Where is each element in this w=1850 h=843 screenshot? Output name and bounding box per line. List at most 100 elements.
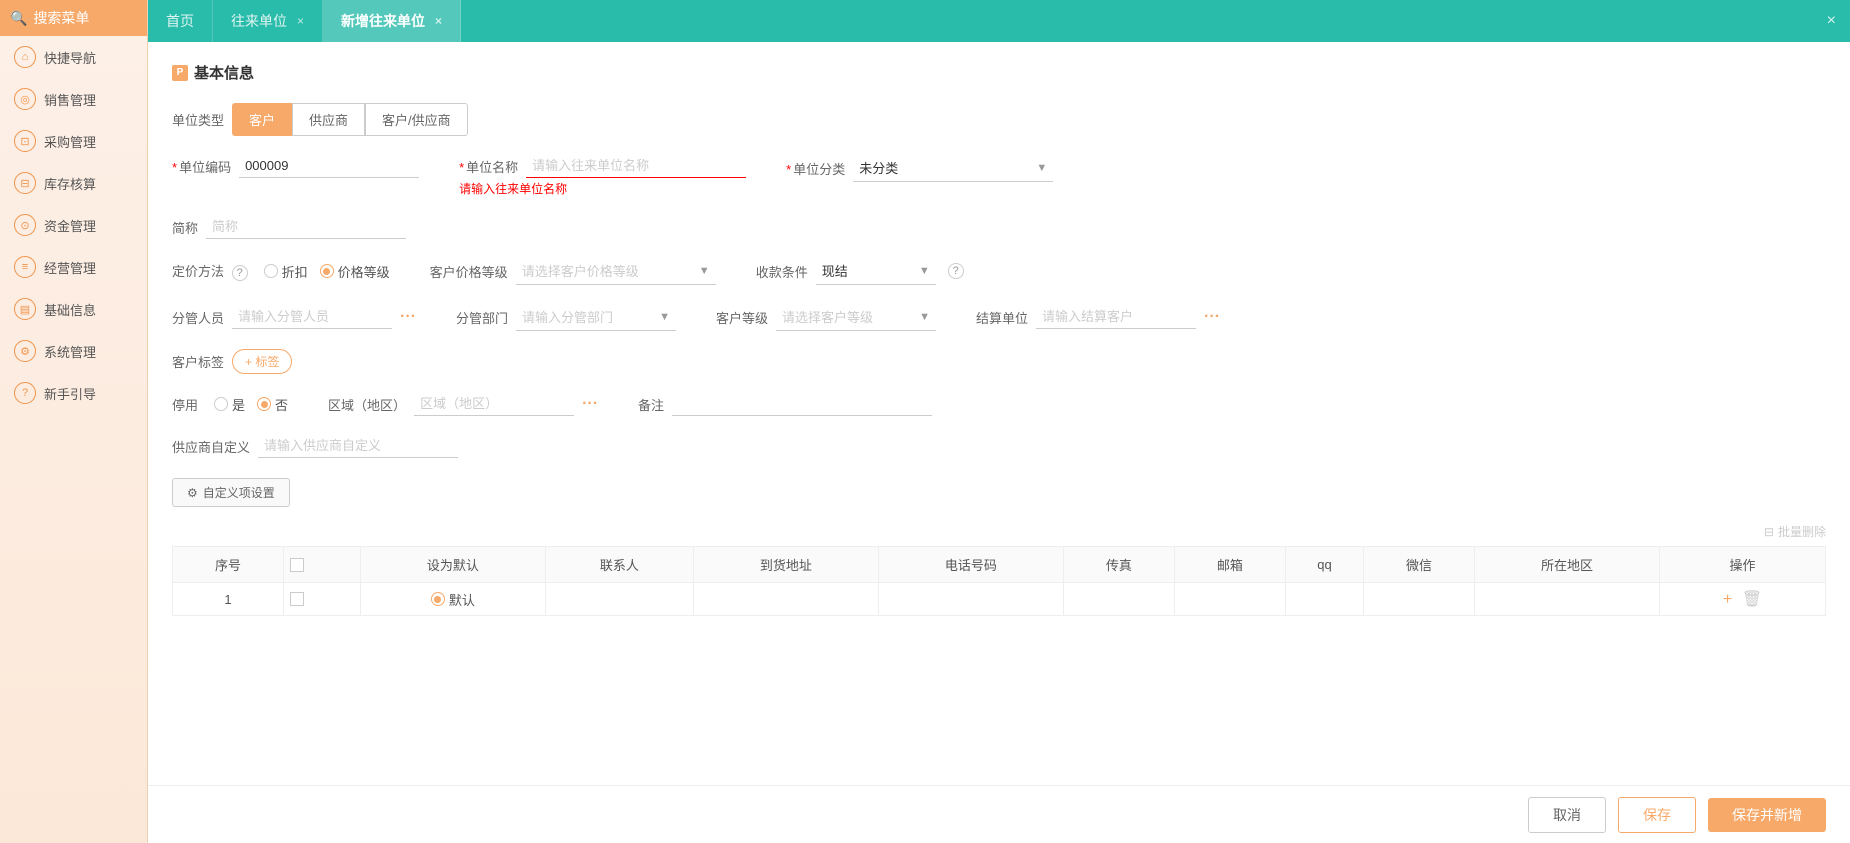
col-phone: 电话号码 bbox=[878, 547, 1063, 583]
sidebar-item-guide[interactable]: ? 新手引导 bbox=[0, 372, 147, 414]
row-tag: 客户标签 + 标签 bbox=[172, 349, 1826, 374]
basic-icon: ▤ bbox=[14, 298, 36, 320]
search-icon: 🔍 bbox=[10, 10, 27, 27]
select-all-checkbox[interactable] bbox=[290, 558, 304, 572]
region-more[interactable]: ··· bbox=[582, 395, 598, 413]
table-header-row: ⊟ 批量删除 bbox=[172, 523, 1826, 540]
manager-input[interactable] bbox=[232, 305, 392, 329]
tab-partner-list-close[interactable]: × bbox=[297, 14, 304, 28]
tab-home-label: 首页 bbox=[166, 11, 194, 31]
row-add-btn[interactable]: + bbox=[1723, 591, 1732, 609]
col-region: 所在地区 bbox=[1475, 547, 1660, 583]
col-qq: qq bbox=[1285, 547, 1363, 583]
unit-name-field: *单位名称 bbox=[459, 154, 746, 178]
save-new-button[interactable]: 保存并新增 bbox=[1708, 798, 1826, 832]
custom-settings-label: 自定义项设置 bbox=[203, 484, 275, 501]
table-row: 1 默认 bbox=[173, 583, 1826, 616]
cust-price-level-chevron: ▼ bbox=[699, 265, 710, 277]
save-button[interactable]: 保存 bbox=[1618, 797, 1696, 833]
row-checkbox[interactable] bbox=[290, 592, 304, 606]
sidebar-item-inventory[interactable]: ⊟ 库存核算 bbox=[0, 162, 147, 204]
table-section: ⊟ 批量删除 序号 设为默认 联系人 到货地址 电话号码 传真 邮箱 qq bbox=[172, 523, 1826, 616]
tab-home[interactable]: 首页 bbox=[148, 0, 213, 42]
payment-terms-help-icon[interactable]: ? bbox=[948, 263, 964, 279]
sidebar-label-quick-nav: 快捷导航 bbox=[44, 48, 96, 67]
tab-new-partner-close[interactable]: × bbox=[435, 14, 442, 28]
radio-no-label: 否 bbox=[275, 395, 288, 414]
region-input[interactable] bbox=[414, 392, 574, 416]
customer-level-label: 客户等级 bbox=[716, 308, 768, 327]
tab-new-partner[interactable]: 新增往来单位 × bbox=[323, 0, 461, 42]
short-name-input[interactable] bbox=[206, 215, 406, 239]
supplier-custom-label: 供应商自定义 bbox=[172, 437, 250, 456]
tab-bar-close-btn[interactable]: × bbox=[1827, 12, 1836, 30]
batch-delete-label: 批量删除 bbox=[1778, 523, 1826, 540]
region-label: 区域（地区） bbox=[328, 395, 406, 414]
table-body: 1 默认 bbox=[173, 583, 1826, 616]
type-btn-both[interactable]: 客户/供应商 bbox=[365, 103, 468, 136]
manager-field: 分管人员 ··· bbox=[172, 305, 416, 329]
manager-more[interactable]: ··· bbox=[400, 308, 416, 326]
row-short-name: 简称 bbox=[172, 215, 1826, 239]
settlement-unit-more[interactable]: ··· bbox=[1204, 308, 1220, 326]
payment-terms-select[interactable]: 现结 ▼ bbox=[816, 257, 936, 285]
sidebar-item-quick-nav[interactable]: ⌂ 快捷导航 bbox=[0, 36, 147, 78]
radio-price-level-outer bbox=[320, 264, 334, 278]
type-btn-supplier[interactable]: 供应商 bbox=[292, 103, 365, 136]
search-menu[interactable]: 🔍 搜索菜单 bbox=[0, 0, 147, 36]
sidebar-label-system: 系统管理 bbox=[44, 342, 96, 361]
action-bar: 取消 保存 保存并新增 bbox=[148, 785, 1850, 843]
customer-level-select[interactable]: 请选择客户等级 ▼ bbox=[776, 303, 936, 331]
batch-delete-btn[interactable]: ⊟ 批量删除 bbox=[1764, 523, 1826, 540]
unit-type-label: 单位类型 bbox=[172, 110, 224, 129]
type-btn-customer[interactable]: 客户 bbox=[232, 103, 292, 136]
col-default: 设为默认 bbox=[360, 547, 545, 583]
unit-type-buttons: 客户 供应商 客户/供应商 bbox=[232, 103, 468, 136]
radio-discount[interactable]: 折扣 bbox=[264, 262, 308, 281]
sidebar-item-fund[interactable]: ⊙ 资金管理 bbox=[0, 204, 147, 246]
settlement-unit-field: 结算单位 ··· bbox=[976, 305, 1220, 329]
dept-select[interactable]: 请输入分管部门 ▼ bbox=[516, 303, 676, 331]
settlement-unit-input[interactable] bbox=[1036, 305, 1196, 329]
radio-no[interactable]: 否 bbox=[257, 395, 288, 414]
custom-settings-button[interactable]: ⚙ 自定义项设置 bbox=[172, 478, 290, 507]
unit-name-input[interactable] bbox=[526, 154, 746, 178]
sidebar-item-business[interactable]: ≡ 经营管理 bbox=[0, 246, 147, 288]
system-icon: ⚙ bbox=[14, 340, 36, 362]
unit-category-select[interactable]: 未分类 ▼ bbox=[853, 154, 1053, 182]
section-icon: P bbox=[172, 65, 188, 81]
manager-label: 分管人员 bbox=[172, 308, 224, 327]
sidebar-item-basic[interactable]: ▤ 基础信息 bbox=[0, 288, 147, 330]
unit-name-error: 请输入往来单位名称 bbox=[459, 180, 746, 197]
row-actions: + 🗑 bbox=[1660, 583, 1826, 616]
row-default-radio-inner bbox=[434, 596, 441, 603]
sidebar-item-purchase[interactable]: ⊡ 采购管理 bbox=[0, 120, 147, 162]
remark-input[interactable] bbox=[672, 392, 932, 416]
cust-price-level-placeholder: 请选择客户价格等级 bbox=[522, 261, 695, 280]
tab-partner-list[interactable]: 往来单位 × bbox=[213, 0, 323, 42]
row-pricing: 定价方法 ? 折扣 价格等级 bbox=[172, 257, 1826, 285]
add-tag-button[interactable]: + 标签 bbox=[232, 349, 292, 374]
radio-no-outer bbox=[257, 397, 271, 411]
radio-yes[interactable]: 是 bbox=[214, 395, 245, 414]
supplier-custom-input[interactable] bbox=[258, 434, 458, 458]
disabled-field: 停用 是 否 bbox=[172, 395, 288, 414]
sidebar-item-sales[interactable]: ◎ 销售管理 bbox=[0, 78, 147, 120]
tab-new-partner-label: 新增往来单位 bbox=[341, 11, 425, 31]
sidebar-label-fund: 资金管理 bbox=[44, 216, 96, 235]
cancel-button[interactable]: 取消 bbox=[1528, 797, 1606, 833]
unit-code-input[interactable] bbox=[239, 154, 419, 178]
cust-price-level-label: 客户价格等级 bbox=[430, 262, 508, 281]
col-contact: 联系人 bbox=[545, 547, 693, 583]
row-default-radio[interactable]: 默认 bbox=[367, 590, 539, 609]
pricing-help-icon[interactable]: ? bbox=[232, 265, 248, 281]
col-index: 序号 bbox=[173, 547, 284, 583]
sidebar-item-system[interactable]: ⚙ 系统管理 bbox=[0, 330, 147, 372]
radio-price-level[interactable]: 价格等级 bbox=[320, 262, 390, 281]
payment-terms-value: 现结 bbox=[822, 261, 915, 280]
purchase-icon: ⊡ bbox=[14, 130, 36, 152]
remark-label: 备注 bbox=[638, 395, 664, 414]
cust-price-level-select[interactable]: 请选择客户价格等级 ▼ bbox=[516, 257, 716, 285]
tag-field: 客户标签 + 标签 bbox=[172, 349, 292, 374]
row-del-btn[interactable]: 🗑 bbox=[1742, 589, 1762, 609]
